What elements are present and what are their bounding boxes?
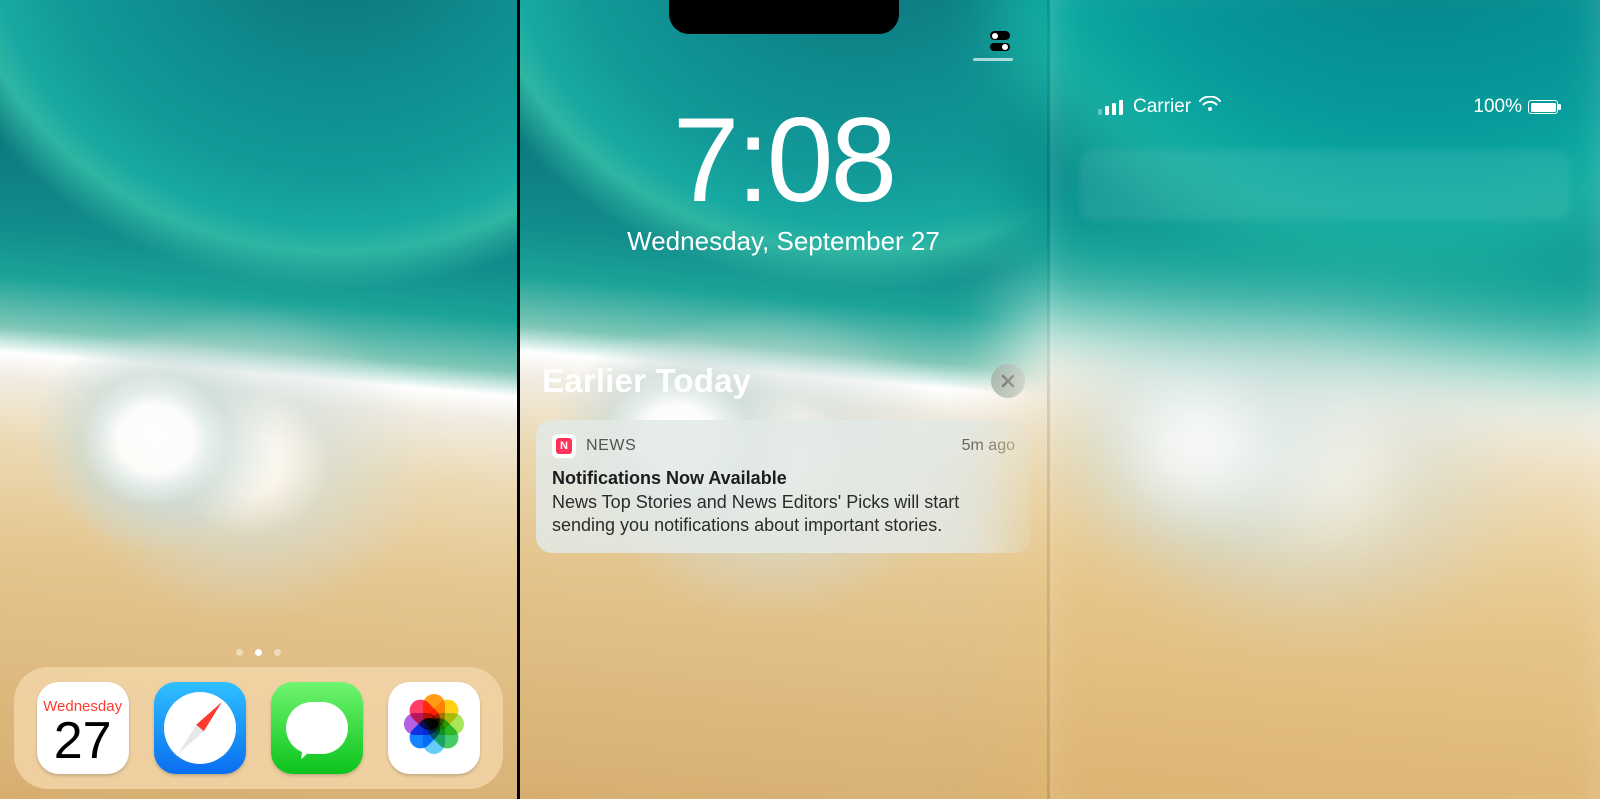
toggle-underline (973, 58, 1013, 61)
dock: Wednesday 27 (14, 667, 503, 789)
notification-time: 5m ago (962, 437, 1015, 455)
notification-card[interactable]: N NEWS 5m ago Notifications Now Availabl… (536, 420, 1031, 553)
page-dot[interactable] (236, 649, 243, 656)
calendar-app-icon[interactable]: Wednesday 27 (37, 682, 129, 774)
compass-icon (164, 692, 236, 764)
page-dot[interactable] (255, 649, 262, 656)
news-app-icon: N (552, 434, 576, 458)
notification-app-name: NEWS (586, 437, 636, 455)
toggle-switch-icon (990, 31, 1010, 40)
wifi-icon (1199, 96, 1221, 118)
page-dot[interactable] (274, 649, 281, 656)
messages-app-icon[interactable] (271, 682, 363, 774)
blurred-widget (1080, 150, 1570, 220)
photos-flower-icon (401, 695, 467, 761)
cellular-signal-icon (1098, 100, 1123, 115)
speech-bubble-icon (286, 702, 348, 754)
battery-percent: 100% (1473, 96, 1522, 118)
battery-icon (1528, 100, 1558, 114)
notch (669, 0, 899, 34)
carrier-label: Carrier (1133, 96, 1191, 118)
lock-date: Wednesday, September 27 (520, 226, 1047, 257)
calendar-daynum: 27 (54, 715, 112, 767)
notifications-section-title: Earlier Today (542, 362, 751, 400)
notification-title: Notifications Now Available (552, 468, 1015, 489)
page-indicator[interactable] (0, 649, 517, 656)
safari-app-icon[interactable] (154, 682, 246, 774)
photos-app-icon[interactable] (388, 682, 480, 774)
simulator-toggle[interactable] (973, 28, 1013, 61)
battery-status: 100% (1473, 96, 1558, 118)
news-glyph: N (556, 438, 572, 454)
toggle-switch-icon (990, 43, 1010, 52)
status-bar: Carrier 100% (1050, 96, 1600, 118)
lock-time: 7:08 (520, 100, 1047, 220)
lock-clock: 7:08 Wednesday, September 27 (520, 100, 1047, 257)
notification-body: News Top Stories and News Editors' Picks… (552, 491, 1015, 537)
